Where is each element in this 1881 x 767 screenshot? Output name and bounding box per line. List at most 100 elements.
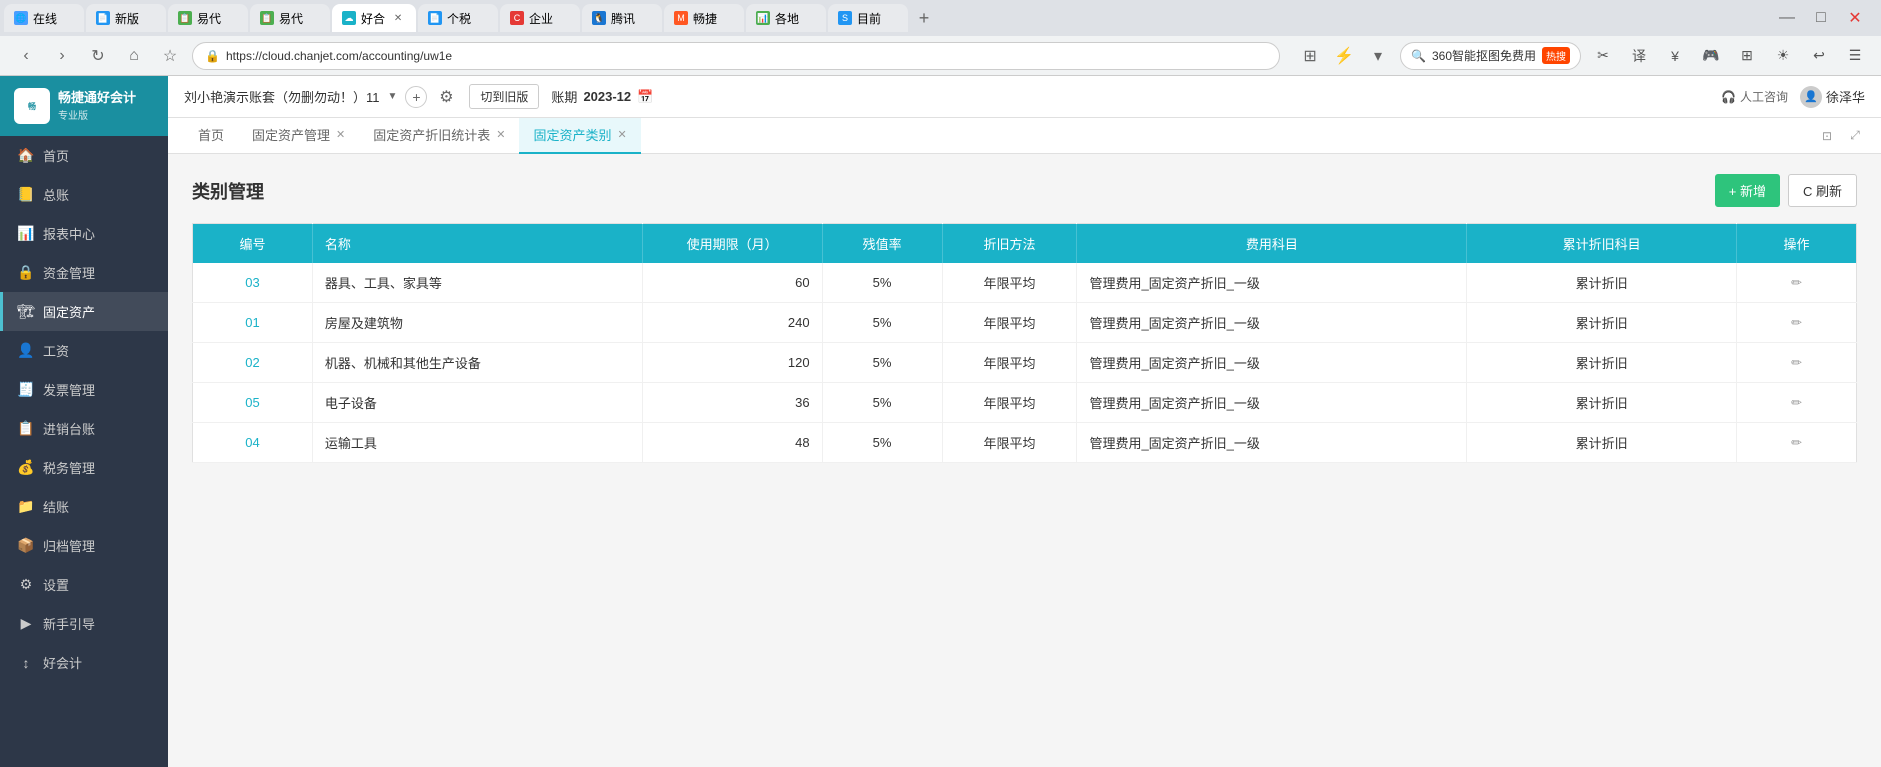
- col-accum: 累计折旧科目: [1467, 224, 1737, 264]
- tab-fixed-assets-category-close[interactable]: ✕: [618, 128, 627, 141]
- tab-favicon-xin: 📄: [96, 11, 110, 25]
- cell-code-4[interactable]: 04: [193, 423, 313, 463]
- headset-icon: 🎧: [1721, 90, 1736, 104]
- window-restore-button[interactable]: ⊡: [1817, 126, 1837, 146]
- cell-code-3[interactable]: 05: [193, 383, 313, 423]
- url-bar[interactable]: 🔒 https://cloud.chanjet.com/accounting/u…: [192, 42, 1280, 70]
- browser-tab-changjie[interactable]: M 畅捷: [664, 4, 744, 32]
- browser-tab-zaixian[interactable]: 🌐 在线: [4, 4, 84, 32]
- edit-button-0[interactable]: ✏: [1791, 275, 1802, 290]
- sidebar-item-purchase-sales[interactable]: 📋 进销台账: [0, 409, 168, 448]
- tab-favicon-tengxun: 🐧: [592, 11, 606, 25]
- switch-version-button[interactable]: 切到旧版: [469, 84, 539, 109]
- browser-tab-qiye[interactable]: C 企业: [500, 4, 580, 32]
- sidebar-item-home[interactable]: 🏠 首页: [0, 136, 168, 175]
- forward-button[interactable]: ›: [48, 42, 76, 70]
- logo-icon: 畅: [14, 88, 50, 124]
- gear-icon: ⚙: [439, 87, 453, 107]
- url-text: https://cloud.chanjet.com/accounting/uw1…: [226, 49, 452, 63]
- browser-tab-geshui[interactable]: 📄 个税: [418, 4, 498, 32]
- company-dropdown-icon[interactable]: ▼: [388, 91, 398, 102]
- reload-button[interactable]: ↻: [84, 42, 112, 70]
- cell-name-0: 器具、工具、家具等: [312, 263, 642, 303]
- browser-tab-mubiao[interactable]: S 目前: [828, 4, 908, 32]
- cell-accum-0: 累计折旧: [1467, 263, 1737, 303]
- app-wrapper: 畅 畅捷通好会计 专业版 🏠 首页 📒 总账 📊 报表中心 🔒 资金管理 🏗 固…: [0, 76, 1881, 767]
- browser-tab-tengxun[interactable]: 🐧 腾讯: [582, 4, 662, 32]
- sidebar-item-fixed-assets[interactable]: 🏗 固定资产: [0, 292, 168, 331]
- browser-tab-yidai2[interactable]: 📋 易代: [250, 4, 330, 32]
- window-minimize-button[interactable]: —: [1773, 4, 1801, 32]
- translate-icon[interactable]: 译: [1625, 42, 1653, 70]
- back-button[interactable]: ‹: [12, 42, 40, 70]
- edit-button-2[interactable]: ✏: [1791, 355, 1802, 370]
- search-section[interactable]: 🔍 360智能抠图免费用 热搜: [1400, 42, 1581, 70]
- tab-home[interactable]: 首页: [184, 118, 238, 154]
- add-company-button[interactable]: +: [405, 86, 427, 108]
- tab-fixed-assets-mgmt-close[interactable]: ✕: [336, 128, 345, 141]
- tab-depreciation-stat[interactable]: 固定资产折旧统计表 ✕: [359, 118, 519, 154]
- currency-icon[interactable]: ¥: [1661, 42, 1689, 70]
- sidebar-item-ledger[interactable]: 📒 总账: [0, 175, 168, 214]
- cell-action-1: ✏: [1737, 303, 1857, 343]
- browser-tab-gedi[interactable]: 📊 各地: [746, 4, 826, 32]
- sidebar-item-guide[interactable]: ▶ 新手引导: [0, 604, 168, 643]
- edit-button-1[interactable]: ✏: [1791, 315, 1802, 330]
- window-close-button[interactable]: ✕: [1841, 4, 1869, 32]
- grid-icon[interactable]: ⊞: [1733, 42, 1761, 70]
- toolbar-right: ✂ 译 ¥ 🎮 ⊞ ☀ ↩ ☰: [1589, 42, 1869, 70]
- site-settings-icon[interactable]: ⊞: [1296, 42, 1324, 70]
- menu-icon[interactable]: ☰: [1841, 42, 1869, 70]
- sidebar-item-report[interactable]: 📊 报表中心: [0, 214, 168, 253]
- service-button[interactable]: 🎧 人工咨询: [1721, 88, 1788, 105]
- expand-icon[interactable]: ▾: [1364, 42, 1392, 70]
- game-icon[interactable]: 🎮: [1697, 42, 1725, 70]
- cell-method-0: 年限平均: [942, 263, 1077, 303]
- tab-fixed-assets-mgmt[interactable]: 固定资产管理 ✕: [238, 118, 359, 154]
- cell-residual-2: 5%: [822, 343, 942, 383]
- browser-tab-haohe[interactable]: ☁ 好合 ✕: [332, 4, 416, 32]
- browser-tab-xin[interactable]: 📄 新版: [86, 4, 166, 32]
- bookmark-button[interactable]: ☆: [156, 42, 184, 70]
- tab-title-zaixian: 在线: [33, 10, 74, 27]
- calendar-icon[interactable]: 📅: [637, 89, 653, 105]
- new-tab-button[interactable]: +: [910, 4, 938, 32]
- scissors-icon[interactable]: ✂: [1589, 42, 1617, 70]
- tab-close-haohe[interactable]: ✕: [390, 10, 406, 26]
- add-button[interactable]: + 新增: [1715, 174, 1780, 207]
- sidebar-item-closing[interactable]: 📁 结账: [0, 487, 168, 526]
- window-maximize-button[interactable]: □: [1807, 4, 1835, 32]
- sidebar-item-invoice[interactable]: 🧾 发票管理: [0, 370, 168, 409]
- edit-button-3[interactable]: ✏: [1791, 395, 1802, 410]
- tab-favicon-zaixian: 🌐: [14, 11, 28, 25]
- undo-icon[interactable]: ↩: [1805, 42, 1833, 70]
- tab-fixed-assets-category[interactable]: 固定资产类别 ✕: [519, 118, 640, 154]
- sidebar-label-settings: 设置: [43, 575, 69, 594]
- sidebar-item-archive[interactable]: 📦 归档管理: [0, 526, 168, 565]
- edit-button-4[interactable]: ✏: [1791, 435, 1802, 450]
- sidebar-label-report: 报表中心: [43, 224, 95, 243]
- sidebar-item-fund[interactable]: 🔒 资金管理: [0, 253, 168, 292]
- refresh-button[interactable]: C 刷新: [1788, 174, 1857, 207]
- company-settings-button[interactable]: ⚙: [435, 86, 457, 108]
- logo-text-block: 畅捷通好会计 专业版: [58, 90, 136, 122]
- brightness-icon[interactable]: ☀: [1769, 42, 1797, 70]
- cell-months-3: 36: [642, 383, 822, 423]
- lightning-icon[interactable]: ⚡: [1330, 42, 1358, 70]
- cell-code-1[interactable]: 01: [193, 303, 313, 343]
- sidebar-item-more[interactable]: ↕ 好会计: [0, 643, 168, 682]
- sidebar-label-more: 好会计: [43, 653, 82, 672]
- sidebar-item-tax[interactable]: 💰 税务管理: [0, 448, 168, 487]
- window-controls: ⊡ ⤢: [1817, 126, 1865, 146]
- window-expand-button[interactable]: ⤢: [1845, 126, 1865, 146]
- sidebar-item-payroll[interactable]: 👤 工资: [0, 331, 168, 370]
- cell-code-2[interactable]: 02: [193, 343, 313, 383]
- sidebar-item-settings[interactable]: ⚙ 设置: [0, 565, 168, 604]
- browser-tab-yidai1[interactable]: 📋 易代: [168, 4, 248, 32]
- tab-depreciation-stat-close[interactable]: ✕: [496, 128, 505, 141]
- user-button[interactable]: 👤 徐泽华: [1800, 86, 1865, 108]
- cell-code-0[interactable]: 03: [193, 263, 313, 303]
- period-info: 账期 2023-12 📅: [551, 87, 653, 106]
- home-button[interactable]: ⌂: [120, 42, 148, 70]
- tab-title-gedi: 各地: [775, 10, 816, 27]
